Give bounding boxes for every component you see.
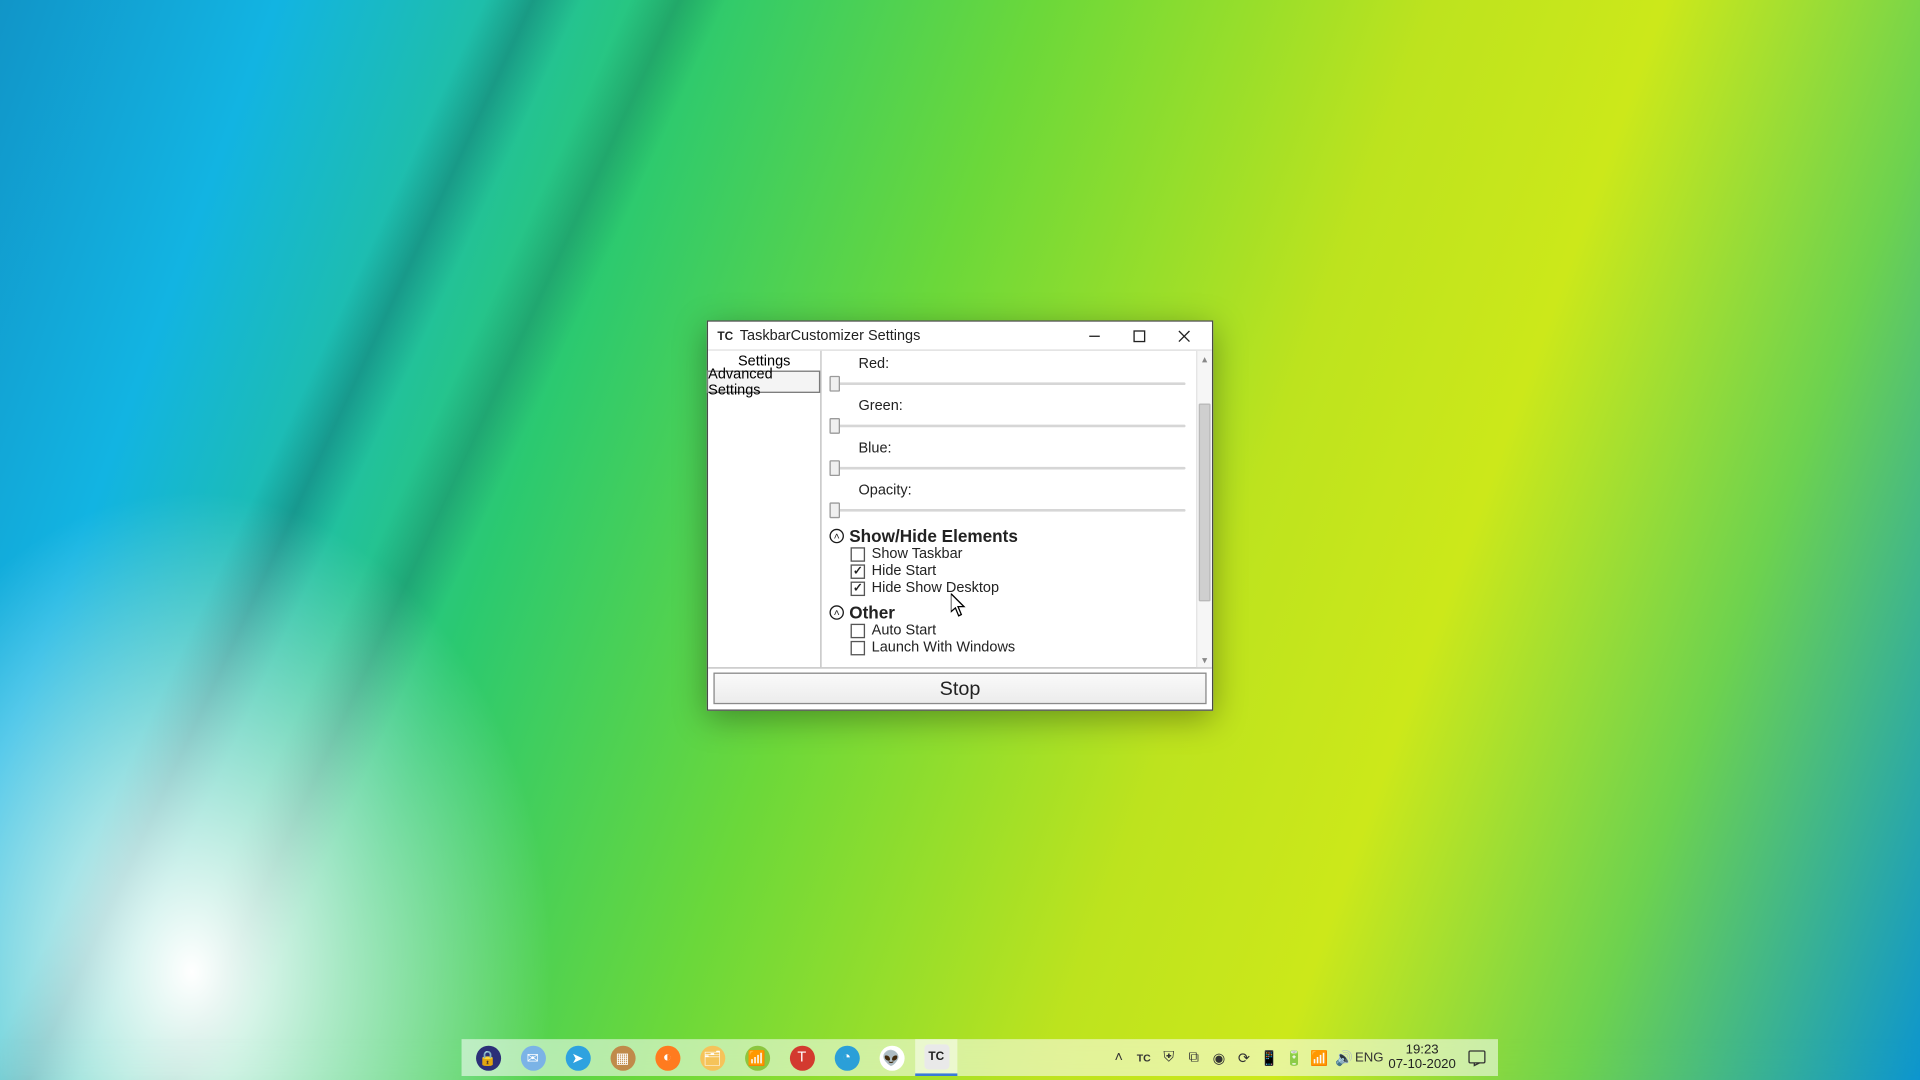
checkbox-icon bbox=[851, 564, 866, 579]
taskbar-app-telegram[interactable]: ➤ bbox=[556, 1039, 598, 1076]
chevron-up-icon: ˄ bbox=[829, 605, 844, 620]
checkbox-icon bbox=[851, 582, 866, 597]
taskbar-app-explorer[interactable]: 🗂 bbox=[691, 1039, 733, 1076]
mail-icon: ✉ bbox=[520, 1045, 545, 1070]
tray-shield-icon[interactable]: ⛨ bbox=[1158, 1039, 1180, 1076]
taskbar-app-tc[interactable]: TC bbox=[915, 1039, 957, 1076]
scroll-up-icon[interactable]: ▴ bbox=[1197, 351, 1212, 367]
section-showhide[interactable]: ˄ Show/Hide Elements bbox=[829, 526, 1185, 546]
check-label: Hide Start bbox=[872, 563, 937, 580]
explorer-icon: 🗂 bbox=[700, 1045, 725, 1070]
taskbar-app-edge[interactable]: ◔ bbox=[826, 1039, 868, 1076]
label-red: Red: bbox=[858, 356, 1185, 372]
close-button[interactable] bbox=[1162, 321, 1207, 350]
check-label: Launch With Windows bbox=[872, 640, 1016, 657]
alien-icon: 👽 bbox=[879, 1045, 904, 1070]
clock-date: 07-10-2020 bbox=[1388, 1058, 1455, 1073]
checkbox-icon bbox=[851, 547, 866, 562]
stop-button[interactable]: Stop bbox=[713, 673, 1206, 705]
edge-icon: ◔ bbox=[834, 1045, 859, 1070]
check-auto-start[interactable]: Auto Start bbox=[829, 622, 1185, 639]
check-hide-show-desktop[interactable]: Hide Show Desktop bbox=[829, 580, 1185, 597]
taskbar-app-firefox[interactable]: ◐ bbox=[646, 1039, 688, 1076]
tray-language[interactable]: ENG bbox=[1358, 1039, 1380, 1076]
tray-sync-icon[interactable]: ⟳ bbox=[1233, 1039, 1255, 1076]
taskbar-app-alien[interactable]: 👽 bbox=[870, 1039, 912, 1076]
action-center-icon[interactable] bbox=[1464, 1039, 1490, 1076]
tc-icon: TC bbox=[924, 1044, 949, 1069]
clock-time: 19:23 bbox=[1406, 1043, 1439, 1058]
checkbox-icon bbox=[851, 624, 866, 639]
sidebar: Settings Advanced Settings bbox=[708, 351, 821, 667]
slider-red[interactable] bbox=[829, 373, 1185, 394]
check-label: Auto Start bbox=[872, 622, 937, 639]
label-blue: Blue: bbox=[858, 440, 1185, 456]
section-other[interactable]: ˄ Other bbox=[829, 603, 1185, 623]
scroll-down-icon[interactable]: ▾ bbox=[1197, 651, 1212, 667]
slider-blue[interactable] bbox=[829, 458, 1185, 479]
check-show-taskbar[interactable]: Show Taskbar bbox=[829, 546, 1185, 563]
app-icon: TC bbox=[716, 327, 733, 344]
tray-chrome-icon[interactable]: ◉ bbox=[1208, 1039, 1230, 1076]
tray-volume-icon[interactable]: 🔊 bbox=[1333, 1039, 1355, 1076]
taskbar-app-box[interactable]: ▦ bbox=[601, 1039, 643, 1076]
tray-dropbox-icon[interactable]: ⧉ bbox=[1183, 1039, 1205, 1076]
vertical-scrollbar[interactable]: ▴ ▾ bbox=[1196, 351, 1212, 667]
svg-text:TC: TC bbox=[717, 329, 733, 343]
minimize-button[interactable] bbox=[1072, 321, 1117, 350]
taskbar-app-rss[interactable]: 📶 bbox=[736, 1039, 778, 1076]
label-green: Green: bbox=[858, 398, 1185, 414]
label-opacity: Opacity: bbox=[858, 483, 1185, 499]
chevron-up-icon: ˄ bbox=[829, 529, 844, 544]
check-launch-with-windows[interactable]: Launch With Windows bbox=[829, 640, 1185, 657]
check-hide-start[interactable]: Hide Start bbox=[829, 563, 1185, 580]
section-other-title: Other bbox=[849, 603, 895, 623]
tab-advanced-settings[interactable]: Advanced Settings bbox=[707, 371, 820, 393]
tray-phone-icon[interactable]: 📱 bbox=[1258, 1039, 1280, 1076]
tray-tc-icon[interactable]: TC bbox=[1133, 1039, 1155, 1076]
check-label: Show Taskbar bbox=[872, 546, 963, 563]
rss-icon: 📶 bbox=[744, 1045, 769, 1070]
maximize-button[interactable] bbox=[1117, 321, 1162, 350]
box-icon: ▦ bbox=[610, 1045, 635, 1070]
section-showhide-title: Show/Hide Elements bbox=[849, 526, 1018, 546]
scrollbar-thumb[interactable] bbox=[1199, 404, 1211, 602]
tray-battery-icon[interactable]: 🔋 bbox=[1283, 1039, 1305, 1076]
taskbar-app-lock[interactable]: 🔒 bbox=[467, 1039, 509, 1076]
taskbar-apps: 🔒 ✉ ➤ ▦ ◐ 🗂 📶 T ◔ 👽 TC bbox=[462, 1039, 963, 1076]
settings-panel: Red: Green: Blue: Opacity: ˄ Show/Hide E… bbox=[822, 351, 1197, 667]
screen-scale-wrapper: TC TaskbarCustomizer Settings Settings A… bbox=[0, 0, 1920, 1076]
taskbar-app-mail[interactable]: ✉ bbox=[512, 1039, 554, 1076]
titlebar[interactable]: TC TaskbarCustomizer Settings bbox=[708, 322, 1212, 351]
firefox-icon: ◐ bbox=[655, 1045, 680, 1070]
check-label: Hide Show Desktop bbox=[872, 580, 999, 597]
system-tray: ˄ TC ⛨ ⧉ ◉ ⟳ 📱 🔋 📶 🔊 ENG 19:23 07-10-202… bbox=[1100, 1039, 1498, 1076]
t-red-icon: T bbox=[789, 1045, 814, 1070]
slider-green[interactable] bbox=[829, 415, 1185, 436]
window-title: TaskbarCustomizer Settings bbox=[740, 328, 921, 344]
settings-dialog: TC TaskbarCustomizer Settings Settings A… bbox=[707, 320, 1213, 710]
taskbar-app-t-red[interactable]: T bbox=[781, 1039, 823, 1076]
checkbox-icon bbox=[851, 641, 866, 656]
tray-wifi-icon[interactable]: 📶 bbox=[1308, 1039, 1330, 1076]
taskbar-clock[interactable]: 19:23 07-10-2020 bbox=[1383, 1043, 1461, 1072]
lock-icon: 🔒 bbox=[475, 1045, 500, 1070]
slider-opacity[interactable] bbox=[829, 500, 1185, 521]
telegram-icon: ➤ bbox=[565, 1045, 590, 1070]
tray-overflow-icon[interactable]: ˄ bbox=[1108, 1039, 1130, 1076]
taskbar-inner[interactable]: 🔒 ✉ ➤ ▦ ◐ 🗂 📶 T ◔ 👽 TC ˄ TC ⛨ ⧉ ◉ ⟳ 📱 🔋 📶 🔊 ENG 19… bbox=[462, 1039, 1498, 1076]
